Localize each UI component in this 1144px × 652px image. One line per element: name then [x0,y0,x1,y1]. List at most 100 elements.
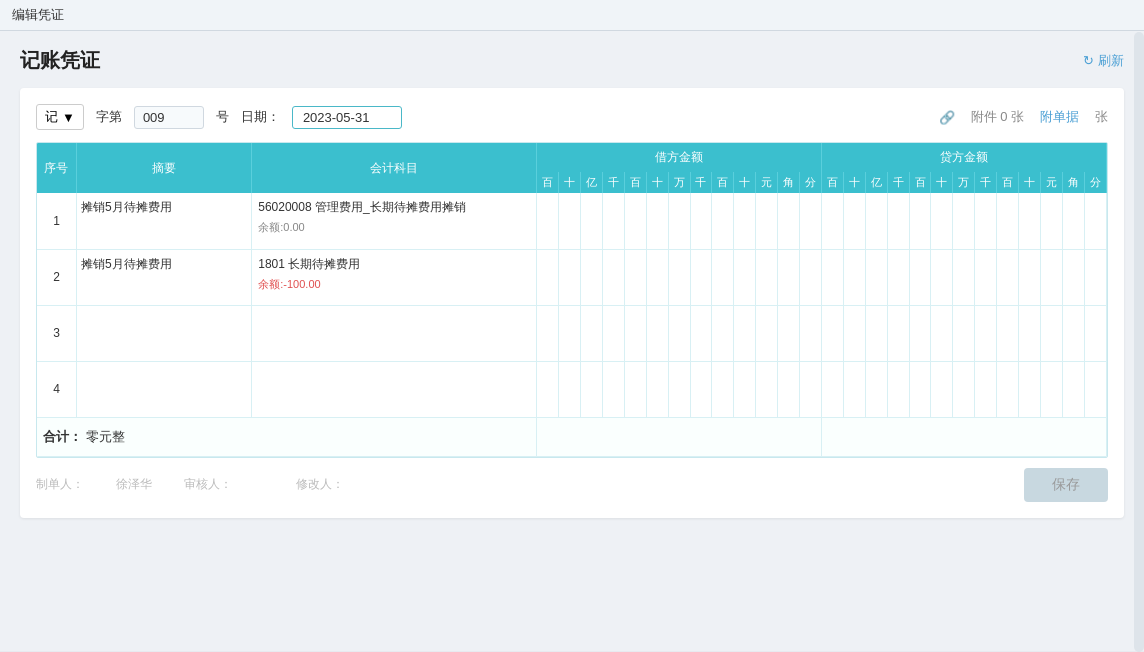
row-2-debit-9[interactable] [734,305,756,361]
row-account-3[interactable] [252,361,537,417]
row-0-debit-2[interactable] [580,193,602,249]
row-3-debit-5[interactable] [646,361,668,417]
row-2-credit-6[interactable] [953,305,975,361]
row-0-debit-0[interactable] [537,193,559,249]
row-0-credit-1[interactable] [843,193,865,249]
row-2-debit-10[interactable] [756,305,778,361]
row-2-debit-4[interactable] [624,305,646,361]
row-3-credit-10[interactable] [1041,361,1063,417]
row-1-debit-1[interactable] [559,249,581,305]
row-0-debit-3[interactable] [602,193,624,249]
row-0-credit-8[interactable] [997,193,1019,249]
row-2-debit-6[interactable] [668,305,690,361]
row-1-debit-7[interactable] [690,249,712,305]
row-0-credit-10[interactable] [1041,193,1063,249]
row-3-debit-0[interactable] [537,361,559,417]
row-3-debit-9[interactable] [734,361,756,417]
row-3-credit-0[interactable] [821,361,843,417]
row-2-credit-4[interactable] [909,305,931,361]
row-1-debit-0[interactable] [537,249,559,305]
row-1-debit-10[interactable] [756,249,778,305]
row-summary-2[interactable] [76,305,251,361]
row-2-debit-8[interactable] [712,305,734,361]
row-1-credit-8[interactable] [997,249,1019,305]
row-1-credit-4[interactable] [909,249,931,305]
row-0-debit-1[interactable] [559,193,581,249]
row-1-debit-5[interactable] [646,249,668,305]
row-3-credit-11[interactable] [1062,361,1084,417]
row-2-credit-11[interactable] [1062,305,1084,361]
row-2-debit-2[interactable] [580,305,602,361]
row-0-credit-3[interactable] [887,193,909,249]
row-0-debit-9[interactable] [734,193,756,249]
row-0-credit-6[interactable] [953,193,975,249]
row-2-debit-7[interactable] [690,305,712,361]
row-1-credit-5[interactable] [931,249,953,305]
row-0-debit-12[interactable] [800,193,822,249]
row-1-credit-1[interactable] [843,249,865,305]
attachment-link[interactable]: 附单据 [1040,108,1079,126]
row-3-debit-6[interactable] [668,361,690,417]
row-2-debit-11[interactable] [778,305,800,361]
row-0-credit-7[interactable] [975,193,997,249]
row-0-credit-12[interactable] [1084,193,1106,249]
scrollbar[interactable] [1134,32,1144,652]
row-2-debit-12[interactable] [800,305,822,361]
row-1-credit-10[interactable] [1041,249,1063,305]
row-3-credit-6[interactable] [953,361,975,417]
row-3-debit-8[interactable] [712,361,734,417]
row-1-credit-0[interactable] [821,249,843,305]
row-3-debit-2[interactable] [580,361,602,417]
row-0-debit-6[interactable] [668,193,690,249]
row-0-debit-11[interactable] [778,193,800,249]
row-1-credit-11[interactable] [1062,249,1084,305]
row-account-2[interactable] [252,305,537,361]
row-3-credit-4[interactable] [909,361,931,417]
row-2-credit-9[interactable] [1019,305,1041,361]
row-account-1[interactable]: 1801 长期待摊费用余额:-100.00 [252,249,537,305]
row-3-credit-2[interactable] [865,361,887,417]
row-2-credit-2[interactable] [865,305,887,361]
row-1-debit-11[interactable] [778,249,800,305]
row-2-credit-7[interactable] [975,305,997,361]
row-0-debit-5[interactable] [646,193,668,249]
row-summary-0[interactable]: 摊销5月待摊费用 [76,193,251,249]
row-3-credit-9[interactable] [1019,361,1041,417]
row-2-credit-1[interactable] [843,305,865,361]
row-0-credit-2[interactable] [865,193,887,249]
row-2-debit-3[interactable] [602,305,624,361]
row-account-0[interactable]: 56020008 管理费用_长期待摊费用摊销余额:0.00 [252,193,537,249]
row-3-credit-7[interactable] [975,361,997,417]
row-3-debit-4[interactable] [624,361,646,417]
row-2-credit-8[interactable] [997,305,1019,361]
row-2-debit-1[interactable] [559,305,581,361]
row-0-credit-11[interactable] [1062,193,1084,249]
row-1-debit-9[interactable] [734,249,756,305]
row-3-debit-12[interactable] [800,361,822,417]
row-3-debit-1[interactable] [559,361,581,417]
row-1-debit-3[interactable] [602,249,624,305]
row-3-credit-3[interactable] [887,361,909,417]
row-1-debit-2[interactable] [580,249,602,305]
row-2-credit-12[interactable] [1084,305,1106,361]
row-1-credit-9[interactable] [1019,249,1041,305]
row-1-debit-12[interactable] [800,249,822,305]
row-1-debit-4[interactable] [624,249,646,305]
save-button[interactable]: 保存 [1024,468,1108,502]
row-1-debit-8[interactable] [712,249,734,305]
date-input[interactable] [292,106,402,129]
row-1-debit-6[interactable] [668,249,690,305]
row-3-debit-7[interactable] [690,361,712,417]
row-0-credit-0[interactable] [821,193,843,249]
row-2-credit-5[interactable] [931,305,953,361]
row-3-credit-5[interactable] [931,361,953,417]
row-3-debit-3[interactable] [602,361,624,417]
row-2-credit-10[interactable] [1041,305,1063,361]
refresh-button[interactable]: ↻ 刷新 [1083,52,1124,70]
row-3-debit-10[interactable] [756,361,778,417]
row-0-debit-8[interactable] [712,193,734,249]
row-2-debit-5[interactable] [646,305,668,361]
row-2-debit-0[interactable] [537,305,559,361]
row-0-debit-10[interactable] [756,193,778,249]
row-1-credit-2[interactable] [865,249,887,305]
